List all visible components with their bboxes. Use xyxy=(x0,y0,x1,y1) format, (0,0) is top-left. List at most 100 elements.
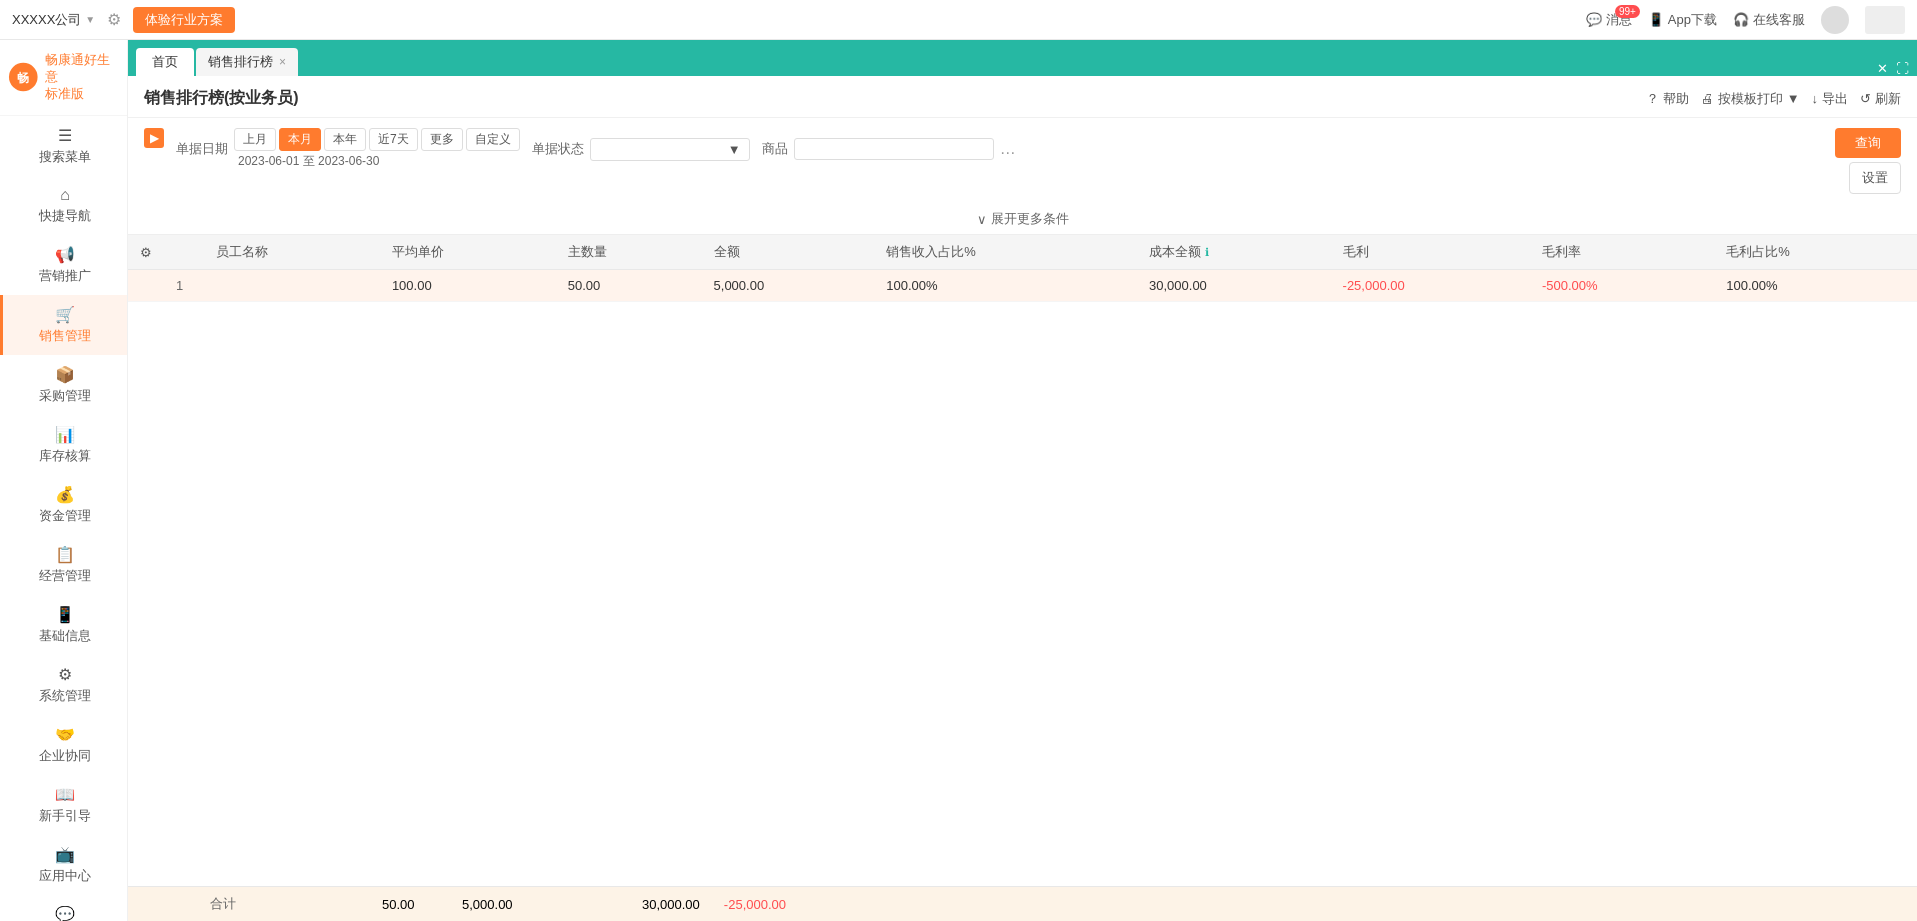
row-name-0 xyxy=(204,270,380,302)
date-btn-this-month[interactable]: 本月 xyxy=(279,128,321,151)
sidebar-item-7[interactable]: 📋 经营管理 xyxy=(0,535,127,595)
expand-more-label: 展开更多条件 xyxy=(991,210,1069,228)
row-amount-0: 5,000.00 xyxy=(702,270,875,302)
date-filter: 单据日期 上月 本月 本年 近7天 更多 自定义 20 xyxy=(176,128,520,170)
sidebar-label-6: 资金管理 xyxy=(39,507,91,525)
date-btn-more[interactable]: 更多 xyxy=(421,128,463,151)
row-rank-0: 1 xyxy=(164,270,204,302)
date-btn-custom[interactable]: 自定义 xyxy=(466,128,520,151)
print-label: 按模板打印 xyxy=(1718,90,1783,108)
col-avg-price: 平均单价 xyxy=(380,235,556,270)
page-content: 销售排行榜(按业务员) ？ 帮助 🖨 按模板打印 ▼ ↓ 导出 xyxy=(128,76,1917,921)
table-header-row: ⚙ 员工名称 平均单价 主数量 全额 销售收入占比% 成本全额 ℹ 毛利 毛利率… xyxy=(128,235,1917,270)
sidebar-icon-0: ☰ xyxy=(58,126,72,145)
top-bar: XXXXX公司 ▼ ⚙ 体验行业方案 💬 消息 99+ 📱 App下载 🎧 在线… xyxy=(0,0,1917,40)
goods-filter-label: 商品 xyxy=(762,140,788,158)
tab-close-all-icon[interactable]: ✕ xyxy=(1877,61,1888,76)
print-button[interactable]: 🖨 按模板打印 ▼ xyxy=(1701,90,1800,108)
status-select[interactable]: ▼ xyxy=(590,138,750,161)
chat-icon: 💬 xyxy=(1586,12,1602,27)
app-label: App下载 xyxy=(1668,11,1717,29)
sidebar-item-9[interactable]: ⚙ 系统管理 xyxy=(0,655,127,715)
help-icon: ？ xyxy=(1646,90,1659,108)
sidebar-item-3[interactable]: 🛒 销售管理 xyxy=(0,295,127,355)
filter-section: ▶ 单据日期 上月 本月 本年 近7天 xyxy=(128,118,1917,235)
settings-icon[interactable]: ⚙ xyxy=(107,10,121,29)
company-arrow-icon: ▼ xyxy=(85,14,95,25)
sidebar-icon-10: 🤝 xyxy=(55,725,75,744)
row-settings-0 xyxy=(128,270,164,302)
help-button[interactable]: ？ 帮助 xyxy=(1646,90,1689,108)
logo-icon: 畅 xyxy=(8,61,39,93)
sidebar-label-4: 采购管理 xyxy=(39,387,91,405)
refresh-icon: ↺ xyxy=(1860,91,1871,106)
table-wrapper[interactable]: ⚙ 员工名称 平均单价 主数量 全额 销售收入占比% 成本全额 ℹ 毛利 毛利率… xyxy=(128,235,1917,886)
sidebar-item-0[interactable]: ☰ 搜索菜单 xyxy=(0,116,127,176)
print-icon: 🖨 xyxy=(1701,91,1714,106)
sidebar-item-5[interactable]: 📊 库存核算 xyxy=(0,415,127,475)
sales-table: ⚙ 员工名称 平均单价 主数量 全额 销售收入占比% 成本全额 ℹ 毛利 毛利率… xyxy=(128,235,1917,302)
row-gross-rate-0: -500.00% xyxy=(1530,270,1714,302)
footer-qty: 50.00 xyxy=(370,897,450,912)
filter-collapse-btn[interactable]: ▶ xyxy=(144,128,164,148)
col-amount: 全额 xyxy=(702,235,875,270)
filter-buttons: 查询 设置 xyxy=(1827,128,1901,194)
sidebar-label-7: 经营管理 xyxy=(39,567,91,585)
print-dropdown-icon: ▼ xyxy=(1787,91,1800,106)
refresh-button[interactable]: ↺ 刷新 xyxy=(1860,90,1901,108)
app-download-button[interactable]: 📱 App下载 xyxy=(1648,11,1717,29)
sidebar-icon-2: 📢 xyxy=(55,245,75,264)
message-badge: 99+ xyxy=(1615,5,1640,18)
tab-sales-ranking[interactable]: 销售排行榜 × xyxy=(196,48,298,76)
page-title: 销售排行榜(按业务员) xyxy=(144,88,299,109)
sidebar-item-8[interactable]: 📱 基础信息 xyxy=(0,595,127,655)
table-settings-button[interactable]: 设置 xyxy=(1849,162,1901,194)
sidebar-label-12: 应用中心 xyxy=(39,867,91,885)
query-button[interactable]: 查询 xyxy=(1835,128,1901,158)
status-select-arrow: ▼ xyxy=(728,142,741,157)
phone-icon: 📱 xyxy=(1648,12,1664,27)
expand-more-btn[interactable]: ∨ 展开更多条件 xyxy=(977,210,1069,228)
date-btn-7days[interactable]: 近7天 xyxy=(369,128,418,151)
sidebar-icon-5: 📊 xyxy=(55,425,75,444)
user-name-area xyxy=(1865,6,1905,34)
goods-input[interactable] xyxy=(794,138,994,160)
col-gross-rate: 毛利率 xyxy=(1530,235,1714,270)
sidebar-item-6[interactable]: 💰 资金管理 xyxy=(0,475,127,535)
sidebar-item-13[interactable]: 💬 企业微信 xyxy=(0,895,127,921)
sidebar-icon-7: 📋 xyxy=(55,545,75,564)
date-btn-this-year[interactable]: 本年 xyxy=(324,128,366,151)
sidebar-item-12[interactable]: 📺 应用中心 xyxy=(0,835,127,895)
sidebar-label-8: 基础信息 xyxy=(39,627,91,645)
message-button[interactable]: 💬 消息 99+ xyxy=(1586,11,1632,29)
avatar[interactable] xyxy=(1821,6,1849,34)
sidebar-icon-9: ⚙ xyxy=(58,665,72,684)
goods-more-btn[interactable]: … xyxy=(996,140,1020,158)
tab-expand-icon[interactable]: ⛶ xyxy=(1896,61,1909,76)
sidebar-item-2[interactable]: 📢 营销推广 xyxy=(0,235,127,295)
trial-button[interactable]: 体验行业方案 xyxy=(133,7,235,33)
service-label: 在线客服 xyxy=(1753,11,1805,29)
company-name: XXXXX公司 xyxy=(12,11,81,29)
tab-home[interactable]: 首页 xyxy=(136,48,194,76)
company-selector[interactable]: XXXXX公司 ▼ xyxy=(12,11,95,29)
online-service-button[interactable]: 🎧 在线客服 xyxy=(1733,11,1805,29)
sidebar-item-4[interactable]: 📦 采购管理 xyxy=(0,355,127,415)
sidebar-item-10[interactable]: 🤝 企业协同 xyxy=(0,715,127,775)
date-btn-last-month[interactable]: 上月 xyxy=(234,128,276,151)
goods-filter: 商品 … xyxy=(762,138,1020,160)
sidebar-icon-13: 💬 xyxy=(55,905,75,921)
sidebar-icon-12: 📺 xyxy=(55,845,75,864)
col-gross-ratio: 毛利占比% xyxy=(1714,235,1917,270)
tab-home-label: 首页 xyxy=(152,53,178,71)
tab-close-icon[interactable]: × xyxy=(279,55,286,69)
export-label: 导出 xyxy=(1822,90,1848,108)
status-filter: 单据状态 ▼ xyxy=(532,138,750,161)
sidebar-label-9: 系统管理 xyxy=(39,687,91,705)
tab-active-label: 销售排行榜 xyxy=(208,53,273,71)
export-button[interactable]: ↓ 导出 xyxy=(1812,90,1849,108)
col-employee-name: 员工名称 xyxy=(204,235,380,270)
sidebar-item-1[interactable]: ⌂ 快捷导航 xyxy=(0,176,127,235)
col-settings: ⚙ xyxy=(128,235,164,270)
sidebar-item-11[interactable]: 📖 新手引导 xyxy=(0,775,127,835)
